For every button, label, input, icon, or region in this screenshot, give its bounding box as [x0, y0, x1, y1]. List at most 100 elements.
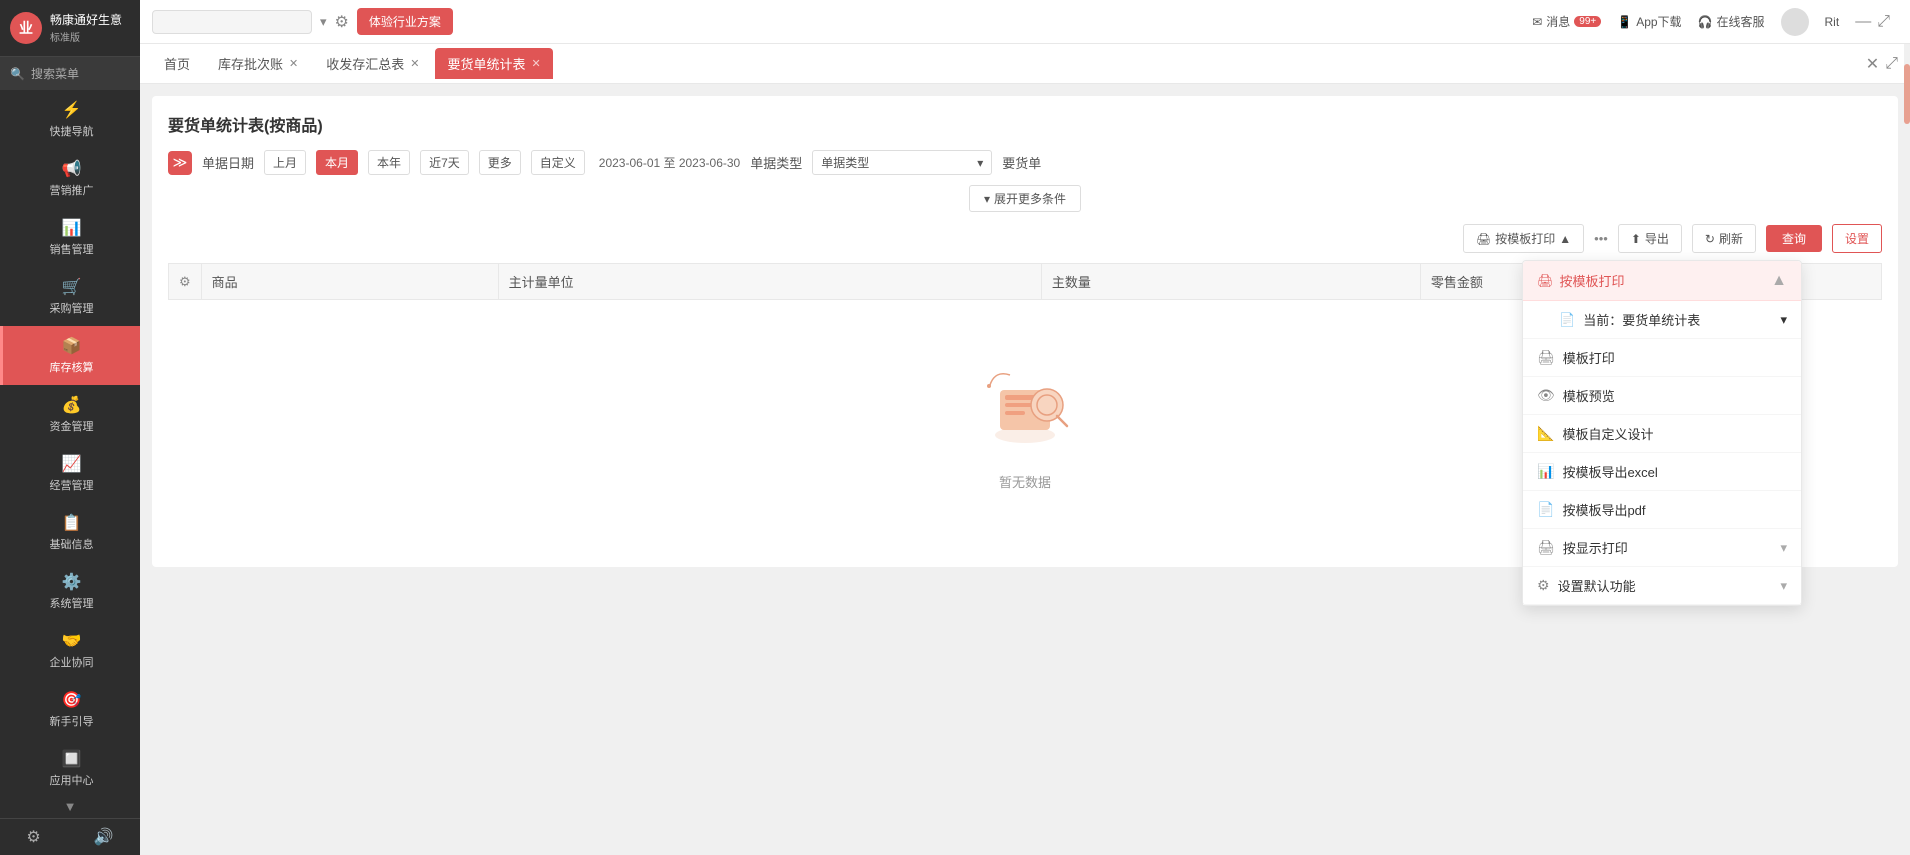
bill-type-select[interactable]: 单据类型 ▾: [812, 150, 992, 175]
tab-home[interactable]: 首页: [152, 48, 202, 79]
date-filter-label: 单据日期: [202, 153, 254, 172]
finance-icon: 💰: [62, 395, 82, 415]
close-all-icon[interactable]: ✕: [1866, 54, 1879, 74]
export-btn[interactable]: ⬆ 导出: [1618, 224, 1682, 253]
app-name: 畅康通好生意: [50, 12, 122, 29]
sales-label: 销售管理: [50, 241, 94, 257]
print-btn[interactable]: 🖨 按模板打印 ▲: [1463, 224, 1584, 253]
refresh-btn[interactable]: ↻ 刷新: [1692, 224, 1756, 253]
tab-home-label: 首页: [164, 54, 190, 73]
export-label: 导出: [1645, 230, 1669, 247]
date-this-year-btn[interactable]: 本年: [368, 150, 410, 175]
date-last-month-btn[interactable]: 上月: [264, 150, 306, 175]
sidebar-item-guide[interactable]: 🎯 新手引导: [0, 680, 140, 739]
tab-receipt-summary-close[interactable]: ✕: [410, 57, 419, 70]
sidebar-item-shortcut[interactable]: ⚡ 快捷导航: [0, 90, 140, 149]
app-download-btn[interactable]: 📱 App下载: [1617, 13, 1681, 30]
sidebar-item-inventory[interactable]: 📦 库存核算: [0, 326, 140, 385]
template-print-item[interactable]: 🖨 模板打印: [1523, 339, 1801, 377]
expand-conditions-btn[interactable]: ▾ 展开更多条件: [969, 185, 1081, 212]
print-dropdown-close[interactable]: ▲: [1771, 272, 1787, 290]
sidebar-item-purchase[interactable]: 🛒 采购管理: [0, 267, 140, 326]
query-btn[interactable]: 查询: [1766, 225, 1822, 252]
expand-window-icon[interactable]: ⤢: [1885, 55, 1898, 73]
headset-icon: 🎧: [1698, 15, 1713, 29]
search-menu-label: 搜索菜单: [31, 65, 79, 82]
user-avatar[interactable]: [1781, 8, 1809, 36]
global-search-input[interactable]: [152, 10, 312, 34]
date-more-btn[interactable]: 更多: [479, 150, 521, 175]
tab-order-summary-close[interactable]: ✕: [532, 57, 541, 70]
online-service-label: 在线客服: [1717, 13, 1765, 30]
sidebar-item-sales[interactable]: 📊 销售管理: [0, 208, 140, 267]
system-icon: ⚙️: [62, 572, 82, 592]
set-default-icon: ⚙: [1537, 577, 1550, 594]
template-export-excel-item[interactable]: 📊 按模板导出excel: [1523, 453, 1801, 491]
tabs-bar: 首页 库存批次账 ✕ 收发存汇总表 ✕ 要货单统计表 ✕ ✕ ⤢: [140, 44, 1910, 84]
volume-icon[interactable]: 🔊: [94, 827, 114, 847]
sidebar-scroll-down[interactable]: ▼: [0, 795, 140, 818]
date-7days-btn[interactable]: 近7天: [420, 150, 469, 175]
sidebar-nav: ⚡ 快捷导航 📢 营销推广 📊 销售管理 🛒 采购管理 📦 库存核算 💰 资金管…: [0, 90, 140, 795]
bill-type-arrow: ▾: [977, 156, 983, 170]
tab-order-summary[interactable]: 要货单统计表 ✕: [435, 48, 552, 79]
minimize-icon[interactable]: —: [1855, 13, 1871, 31]
message-btn[interactable]: ✉ 消息 99+: [1532, 13, 1601, 30]
settings-bottom-icon[interactable]: ⚙: [26, 827, 40, 847]
col-settings[interactable]: ⚙: [169, 264, 202, 300]
main-card: 要货单统计表(按商品) ≫ 单据日期 上月 本月 本年 近7天 更多 自定义 2…: [152, 96, 1898, 567]
search-menu-item[interactable]: 🔍 搜索菜单: [0, 57, 140, 90]
sidebar-item-marketing[interactable]: 📢 营销推广: [0, 149, 140, 208]
sidebar-item-finance[interactable]: 💰 资金管理: [0, 385, 140, 444]
purchase-label: 采购管理: [50, 300, 94, 316]
tab-inventory-batch-close[interactable]: ✕: [289, 57, 298, 70]
cooperation-label: 企业协同: [50, 654, 94, 670]
page-content: 要货单统计表(按商品) ≫ 单据日期 上月 本月 本年 近7天 更多 自定义 2…: [140, 84, 1910, 855]
tab-inventory-batch[interactable]: 库存批次账 ✕: [206, 48, 310, 79]
current-template-label: 当前：要货单统计表: [1583, 310, 1700, 329]
template-design-item[interactable]: 📐 模板自定义设计: [1523, 415, 1801, 453]
template-export-pdf-item[interactable]: 📄 按模板导出pdf: [1523, 491, 1801, 529]
maximize-icon[interactable]: ⤢: [1877, 13, 1890, 31]
settings-btn[interactable]: 设置: [1832, 224, 1882, 253]
print-title-icon: 🖨: [1537, 273, 1554, 289]
search-dropdown-icon[interactable]: ▾: [320, 14, 327, 30]
date-this-month-btn[interactable]: 本月: [316, 150, 358, 175]
current-template-item[interactable]: 📄 当前：要货单统计表 ▾: [1523, 301, 1801, 339]
sidebar-bottom: ⚙ 🔊: [0, 818, 140, 855]
template-print-label: 模板打印: [1563, 348, 1615, 367]
expand-row: ▾ 展开更多条件: [168, 185, 1882, 212]
sidebar-item-system[interactable]: ⚙️ 系统管理: [0, 562, 140, 621]
apps-icon: 🔲: [62, 749, 82, 769]
app-version: 标准版: [50, 29, 122, 44]
current-template-arrow: ▾: [1780, 312, 1787, 328]
set-default-arrow: ▾: [1780, 578, 1787, 594]
sidebar-item-operations[interactable]: 📈 经营管理: [0, 444, 140, 503]
shortcut-label: 快捷导航: [50, 123, 94, 139]
purchase-icon: 🛒: [62, 277, 82, 297]
sidebar-item-cooperation[interactable]: 🤝 企业协同: [0, 621, 140, 680]
set-default-item[interactable]: ⚙ 设置默认功能 ▾: [1523, 567, 1801, 605]
display-print-item[interactable]: 🖨 按显示打印 ▾: [1523, 529, 1801, 567]
topbar-gear-icon[interactable]: ⚙: [335, 12, 349, 32]
industry-btn[interactable]: 体验行业方案: [357, 8, 453, 35]
scrollbar-track[interactable]: [1904, 84, 1910, 855]
operations-icon: 📈: [62, 454, 82, 474]
app-download-icon: 📱: [1617, 15, 1632, 29]
more-actions-icon[interactable]: •••: [1594, 231, 1608, 246]
print-title-text: 按模板打印: [1560, 271, 1625, 290]
finance-label: 资金管理: [50, 418, 94, 434]
scrollbar-thumb[interactable]: [1904, 84, 1910, 124]
sidebar-item-basic[interactable]: 📋 基础信息: [0, 503, 140, 562]
filter-toggle-btn[interactable]: ≫: [168, 151, 192, 175]
empty-illustration: [975, 360, 1075, 460]
template-preview-item[interactable]: 👁 模板预览: [1523, 377, 1801, 415]
tab-receipt-summary[interactable]: 收发存汇总表 ✕: [314, 48, 431, 79]
goods-tag-label: 要货单: [1002, 153, 1041, 172]
current-template-icon: 📄: [1559, 312, 1575, 328]
page-title: 要货单统计表(按商品): [168, 112, 1882, 136]
sidebar-item-apps[interactable]: 🔲 应用中心: [0, 739, 140, 795]
date-custom-btn[interactable]: 自定义: [531, 150, 585, 175]
guide-label: 新手引导: [50, 713, 94, 729]
online-service-btn[interactable]: 🎧 在线客服: [1698, 13, 1765, 30]
